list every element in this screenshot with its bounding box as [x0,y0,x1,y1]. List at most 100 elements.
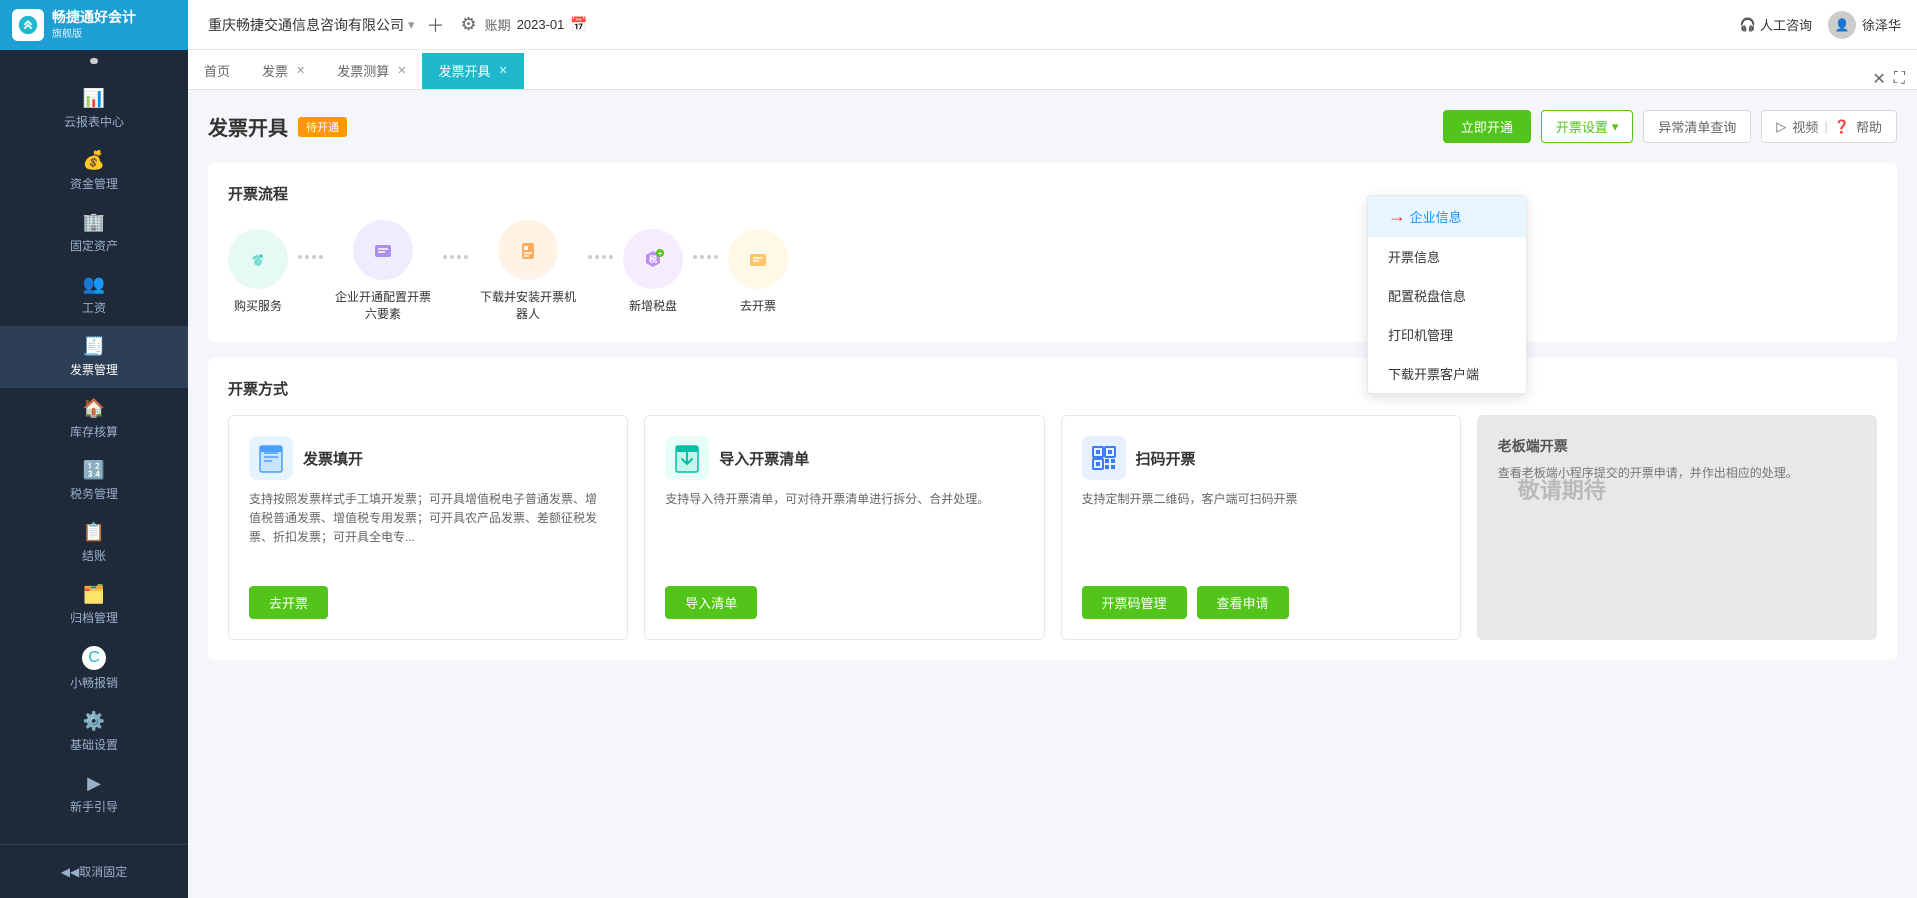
dropdown-item-download-client[interactable]: 下载开票客户端 [1368,354,1526,393]
activate-btn[interactable]: 立即开通 [1443,110,1531,143]
sidebar-item-salary[interactable]: 👥 工资 [0,264,188,326]
sidebar-item-settlement[interactable]: 📋 结账 [0,512,188,574]
sidebar-label-tax: 税务管理 [70,485,118,502]
logo-text-area: 畅捷通好会计 旗舰版 [52,9,136,41]
calendar-icon[interactable]: 📅 [570,16,587,33]
play-icon: ▷ [1776,119,1786,135]
method-import-icon [665,436,709,480]
sidebar-item-fixed-asset[interactable]: 🏢 固定资产 [0,202,188,264]
sidebar-item-guide[interactable]: ▶ 新手引导 [0,763,188,825]
logo-title: 畅捷通好会计 [52,9,136,26]
tab-expand-icon[interactable]: ⛶ [1894,70,1905,88]
dropdown-download-label: 下载开票客户端 [1388,367,1479,382]
settings-btn[interactable]: 开票设置 ▾ [1541,110,1634,143]
settings-icon[interactable]: ⚙ [461,14,477,35]
method-import-btn[interactable]: 导入清单 [665,586,757,619]
pending-badge: 敬请期待 [1518,473,1876,505]
step-5: 去开票 [728,229,788,314]
page-header: 发票开具 待开通 立即开通 开票设置 ▾ 异常清单查询 [208,110,1897,143]
sidebar-label-settings: 基础设置 [70,736,118,753]
method-import-desc: 支持导入待开票清单，可对待开票清单进行拆分、合并处理。 [665,490,1023,570]
add-button[interactable]: ＋ [427,12,445,38]
dropdown-item-tax-disk[interactable]: 配置税盘信息 [1368,276,1526,315]
step-connector-1 [288,255,333,287]
sidebar-label-salary: 工资 [82,299,106,316]
tab-invoice-label: 发票 [262,61,288,80]
settlement-icon: 📋 [83,522,105,543]
sidebar-item-xiaochang[interactable]: C 小畅报销 [0,636,188,701]
dropdown-tax-disk-label: 配置税盘信息 [1388,289,1466,304]
collapse-icon: ◀◀ [61,865,79,879]
methods-title: 开票方式 [228,378,1877,399]
sidebar-label-inventory: 库存核算 [70,423,118,440]
sidebar-item-invoice-mgmt[interactable]: 🧾 发票管理 [0,326,188,388]
sidebar-item-capital[interactable]: 💰 资金管理 [0,140,188,202]
sidebar-label-settlement: 结账 [82,547,106,564]
tab-invoice[interactable]: 发票 ✕ [246,53,321,89]
dropdown-item-invoice-info[interactable]: 开票信息 [1368,237,1526,276]
step-connector-2 [433,255,478,287]
period-info: 账期 2023-01 📅 [485,15,588,34]
methods-grid: 发票填开 支持按照发票样式手工填开发票；可开具增值税电子普通发票、增值税普通发票… [228,415,1877,640]
content-area: 首页 发票 ✕ 发票测算 ✕ 发票开具 ✕ ✕ ⛶ [188,50,1917,898]
step-5-icon [728,229,788,289]
step-connector-3 [578,255,623,287]
method-qr-icon [1082,436,1126,480]
process-section: 开票流程 [208,163,1897,342]
header-actions: 立即开通 开票设置 ▾ 异常清单查询 ▷ 视频 | ❓ [1443,110,1897,143]
help-btn[interactable]: ▷ 视频 | ❓ 帮助 [1761,110,1897,143]
method-qr-title: 扫码开票 [1136,448,1196,469]
method-qr-btn1[interactable]: 开票码管理 [1082,586,1187,619]
cloud-report-icon: 📊 [83,88,105,109]
method-manual-header: 发票填开 [249,436,607,480]
invoice-icon: 🧾 [83,336,105,357]
sidebar-item-inventory[interactable]: 🏠 库存核算 [0,388,188,450]
methods-section: 开票方式 [208,358,1897,660]
collapse-button[interactable]: ◀◀ 取消固定 [0,855,188,888]
sidebar-label-archive: 归档管理 [70,609,118,626]
step-connector-4 [683,255,728,287]
status-badge: 待开通 [298,117,347,137]
settings-btn-wrapper: 开票设置 ▾ [1541,110,1634,143]
sidebar-item-archive[interactable]: 🗂️ 归档管理 [0,574,188,636]
tab-invoice-test[interactable]: 发票测算 ✕ [321,53,422,89]
tab-home[interactable]: 首页 [188,53,246,89]
method-boss-invoice: 老板端开票 查看老板端小程序提交的开票申请，并作出相应的处理。 敬请期待 [1477,415,1877,640]
user-info[interactable]: 👤 徐泽华 [1828,11,1901,39]
divider: | [1824,119,1827,134]
abnormal-btn[interactable]: 异常清单查询 [1643,110,1751,143]
tab-home-label: 首页 [204,61,230,80]
sidebar-label-invoice: 发票管理 [70,361,118,378]
tab-invoice-open[interactable]: 发票开具 ✕ [422,53,523,89]
inventory-icon: 🏠 [83,398,105,419]
dropdown-item-company-info[interactable]: → 企业信息 [1368,196,1526,237]
dropdown-invoice-info-label: 开票信息 [1388,250,1440,265]
sidebar-nav: 📊 云报表中心 💰 资金管理 🏢 固定资产 👥 工资 🧾 发票管理 [0,68,188,844]
dropdown-item-printer[interactable]: 打印机管理 [1368,315,1526,354]
logo-area: 畅捷通好会计 旗舰版 [0,0,188,50]
svg-text:+: + [658,251,662,258]
tab-bar: 首页 发票 ✕ 发票测算 ✕ 发票开具 ✕ ✕ ⛶ [188,50,1917,90]
tab-invoice-close[interactable]: ✕ [296,64,305,77]
page-title: 发票开具 [208,112,288,141]
tab-invoice-test-close[interactable]: ✕ [397,64,406,77]
sidebar-item-settings[interactable]: ⚙️ 基础设置 [0,701,188,763]
company-selector[interactable]: 重庆畅捷交通信息咨询有限公司 ▾ [208,15,415,35]
period-value: 2023-01 [517,17,565,32]
collapse-label: 取消固定 [79,863,127,880]
tab-close-all-icon[interactable]: ✕ [1872,69,1885,89]
tab-invoice-open-close[interactable]: ✕ [499,64,508,77]
capital-icon: 💰 [83,150,105,171]
step-1: 购买服务 [228,229,288,314]
method-qr-btn2[interactable]: 查看申请 [1197,586,1289,619]
username: 徐泽华 [1862,15,1901,34]
logo-subtitle: 旗舰版 [52,25,136,40]
step-4-label: 新增税盘 [629,297,677,314]
method-qr-btns: 开票码管理 查看申请 [1082,586,1440,619]
human-consult-btn[interactable]: 🎧 人工咨询 [1740,15,1812,34]
settings-dropdown-icon: ▾ [1612,119,1619,135]
sidebar-item-cloud-report[interactable]: 📊 云报表中心 [0,78,188,140]
help-label: 人工咨询 [1760,15,1812,34]
method-manual-btn[interactable]: 去开票 [249,586,328,619]
sidebar-item-tax[interactable]: 🔢 税务管理 [0,450,188,512]
